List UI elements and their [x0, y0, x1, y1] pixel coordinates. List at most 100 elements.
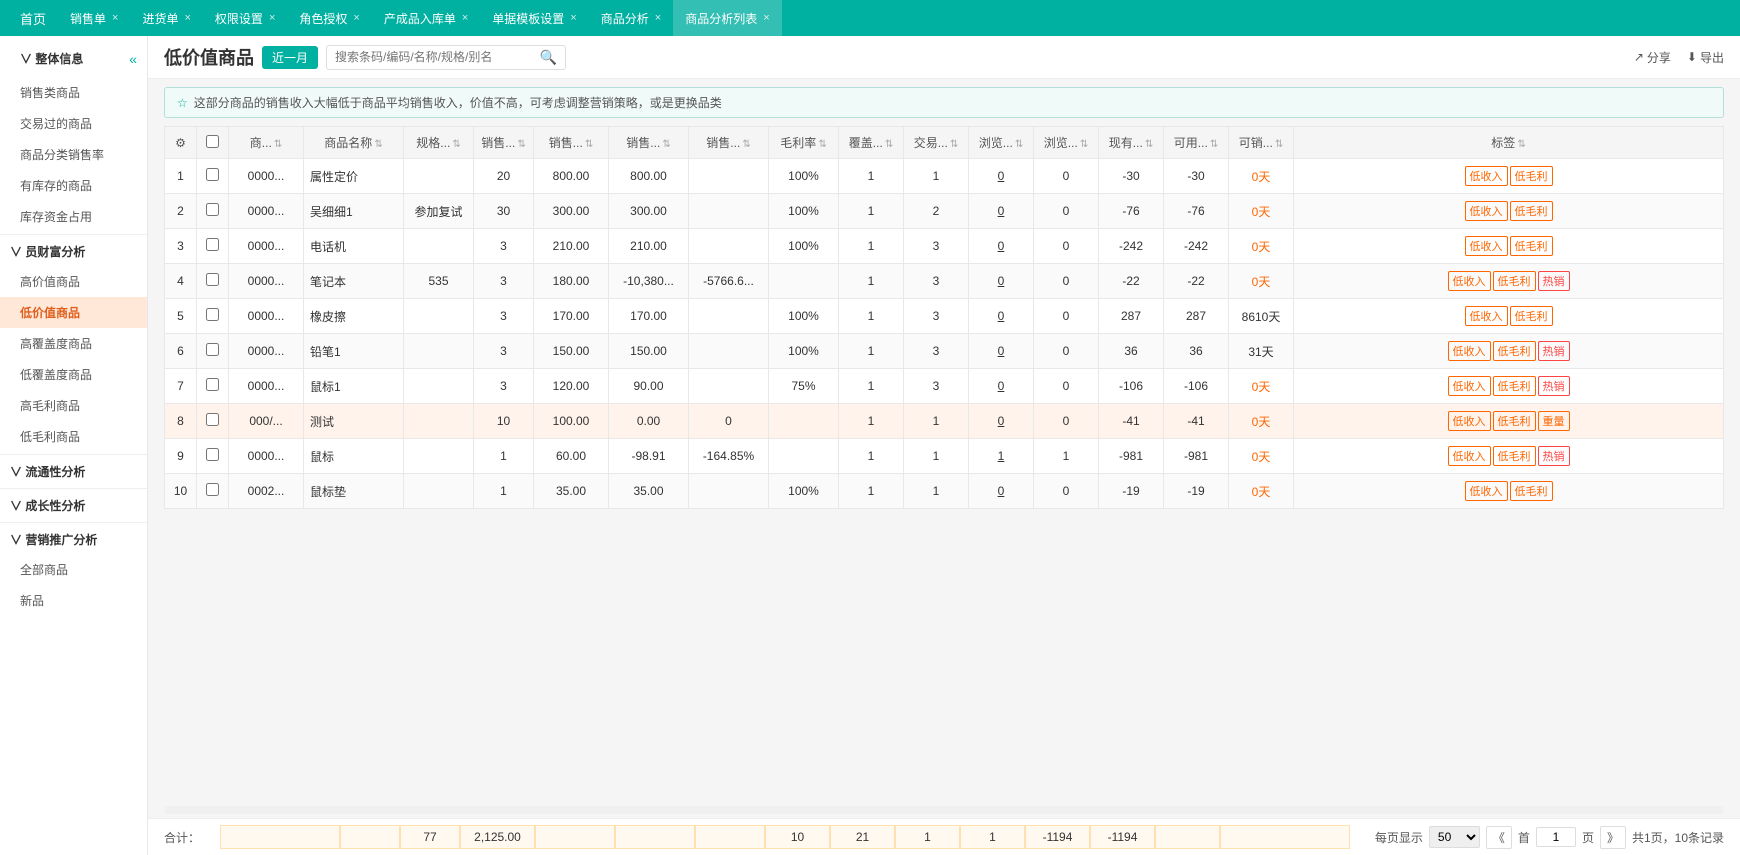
close-icon[interactable]: × [269, 12, 275, 24]
browse-link[interactable]: 0 [998, 204, 1005, 218]
col-coverage[interactable]: 覆盖...⇅ [839, 127, 904, 159]
sidebar-item-high-coverage[interactable]: 高覆盖度商品 [0, 328, 147, 359]
cell-settings: 5 [165, 299, 197, 334]
row-checkbox[interactable] [206, 238, 219, 251]
close-icon[interactable]: × [184, 12, 190, 24]
time-filter-button[interactable]: 近一月 [262, 46, 318, 69]
col-gross[interactable]: 毛利率⇅ [769, 127, 839, 159]
collapse-button[interactable]: « [125, 49, 141, 69]
col-sellable[interactable]: 可销...⇅ [1229, 127, 1294, 159]
close-icon[interactable]: × [353, 12, 359, 24]
col-spec[interactable]: 规格...⇅ [404, 127, 474, 159]
cell-settings: 2 [165, 194, 197, 229]
col-sale-price[interactable]: 销售...⇅ [534, 127, 609, 159]
browse-link[interactable]: 0 [998, 414, 1005, 428]
browse-link[interactable]: 0 [998, 309, 1005, 323]
browse-link[interactable]: 1 [998, 449, 1005, 463]
cell-tags: 低收入低毛利 [1294, 159, 1724, 194]
prev-page-button[interactable]: 《 [1486, 826, 1512, 849]
next-page-button[interactable]: 》 [1600, 826, 1626, 849]
cell-current-stock: -19 [1099, 474, 1164, 509]
browse-link[interactable]: 0 [998, 239, 1005, 253]
divider [0, 234, 147, 235]
row-checkbox[interactable] [206, 203, 219, 216]
sidebar-item-low-coverage[interactable]: 低覆盖度商品 [0, 359, 147, 390]
nav-item-sales[interactable]: 销售单 × [58, 0, 130, 36]
sidebar-item-low-value[interactable]: 低价值商品 [0, 297, 147, 328]
nav-item-role[interactable]: 角色授权 × [287, 0, 371, 36]
table-row: 6 0000... 铅笔1 3 150.00 150.00 100% 1 3 0… [165, 334, 1724, 369]
close-icon[interactable]: × [655, 12, 661, 24]
col-current-stock[interactable]: 现有...⇅ [1099, 127, 1164, 159]
browse-link[interactable]: 0 [998, 169, 1005, 183]
share-button[interactable]: ↗ 分享 [1634, 49, 1671, 66]
browse-link[interactable]: 0 [998, 274, 1005, 288]
search-input[interactable] [335, 50, 536, 64]
nav-item-production[interactable]: 产成品入库单 × [372, 0, 480, 36]
select-all-checkbox[interactable] [206, 135, 219, 148]
table-row: 4 0000... 笔记本 535 3 180.00 -10,380... -5… [165, 264, 1724, 299]
browse-link[interactable]: 0 [998, 344, 1005, 358]
col-avail-stock[interactable]: 可用...⇅ [1164, 127, 1229, 159]
col-sale-qty[interactable]: 销售...⇅ [474, 127, 534, 159]
nav-item-permission[interactable]: 权限设置 × [203, 0, 287, 36]
cell-current-stock: 36 [1099, 334, 1164, 369]
cell-check [197, 334, 229, 369]
row-checkbox[interactable] [206, 273, 219, 286]
sidebar-item-high-value[interactable]: 高价值商品 [0, 266, 147, 297]
total-sale-price: 2,125.00 [460, 825, 535, 849]
col-settings[interactable]: ⚙ [165, 127, 197, 159]
cell-check [197, 264, 229, 299]
page-input[interactable] [1536, 827, 1576, 847]
sidebar-item-high-margin[interactable]: 高毛利商品 [0, 390, 147, 421]
cell-sale-qty: 1 [474, 474, 534, 509]
search-icon[interactable]: 🔍 [540, 49, 557, 66]
col-name[interactable]: 商品名称⇅ [304, 127, 404, 159]
export-button[interactable]: ⬇ 导出 [1687, 49, 1724, 66]
row-checkbox[interactable] [206, 378, 219, 391]
row-checkbox[interactable] [206, 413, 219, 426]
cell-spec [404, 159, 474, 194]
col-trade[interactable]: 交易...⇅ [904, 127, 969, 159]
cell-trade: 1 [904, 159, 969, 194]
cell-tags: 低收入低毛利热销 [1294, 334, 1724, 369]
col-browse1[interactable]: 浏览...⇅ [969, 127, 1034, 159]
sidebar-item-sales-goods[interactable]: 销售类商品 [0, 77, 147, 108]
col-check[interactable] [197, 127, 229, 159]
browse-link[interactable]: 0 [998, 484, 1005, 498]
sidebar-item-all-goods[interactable]: 全部商品 [0, 554, 147, 585]
table-row: 1 0000... 属性定价 20 800.00 800.00 100% 1 1… [165, 159, 1724, 194]
nav-item-analysis[interactable]: 商品分析 × [589, 0, 673, 36]
col-browse2[interactable]: 浏览...⇅ [1034, 127, 1099, 159]
browse-link[interactable]: 0 [998, 379, 1005, 393]
sidebar-item-stock-goods[interactable]: 有库存的商品 [0, 170, 147, 201]
nav-home[interactable]: 首页 [8, 0, 58, 36]
total-sellable [1155, 825, 1220, 849]
col-sale-cost[interactable]: 销售...⇅ [689, 127, 769, 159]
close-icon[interactable]: × [112, 12, 118, 24]
row-checkbox[interactable] [206, 343, 219, 356]
col-tag[interactable]: 标签⇅ [1294, 127, 1724, 159]
row-checkbox[interactable] [206, 483, 219, 496]
close-icon[interactable]: × [462, 12, 468, 24]
sidebar-item-low-margin[interactable]: 低毛利商品 [0, 421, 147, 452]
cell-name: 鼠标垫 [304, 474, 404, 509]
sidebar-item-category-sales[interactable]: 商品分类销售率 [0, 139, 147, 170]
nav-item-analysis-list[interactable]: 商品分析列表 × [673, 0, 781, 36]
close-icon[interactable]: × [570, 12, 576, 24]
close-icon[interactable]: × [763, 12, 769, 24]
sidebar-item-stock-capital[interactable]: 库存资金占用 [0, 201, 147, 232]
col-code[interactable]: 商...⇅ [229, 127, 304, 159]
cell-sale-cost [689, 369, 769, 404]
per-page-select[interactable]: 50 100 200 [1429, 826, 1480, 848]
row-checkbox[interactable] [206, 168, 219, 181]
nav-item-template[interactable]: 单据模板设置 × [480, 0, 588, 36]
nav-item-purchase[interactable]: 进货单 × [130, 0, 202, 36]
col-sale-amt[interactable]: 销售...⇅ [609, 127, 689, 159]
sidebar-item-traded[interactable]: 交易过的商品 [0, 108, 147, 139]
horizontal-scrollbar[interactable] [164, 806, 1724, 814]
cell-sale-cost: -5766.6... [689, 264, 769, 299]
sidebar-item-new-goods[interactable]: 新品 [0, 585, 147, 616]
row-checkbox[interactable] [206, 308, 219, 321]
row-checkbox[interactable] [206, 448, 219, 461]
